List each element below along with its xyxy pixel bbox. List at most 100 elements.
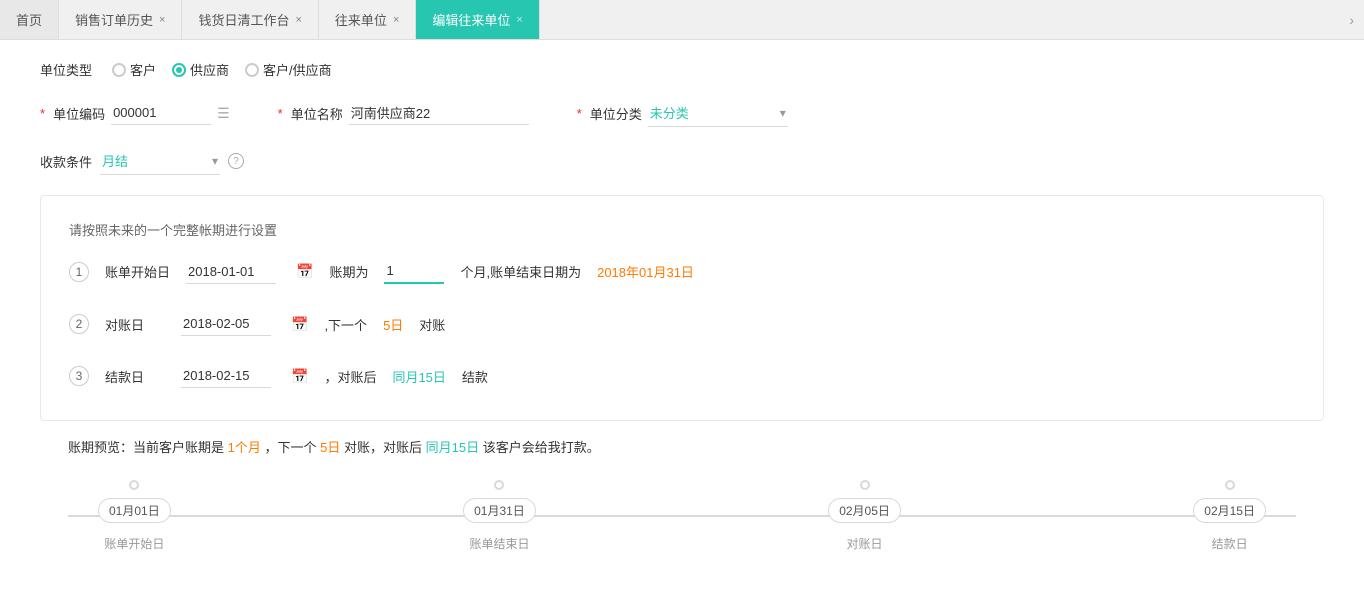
row-3-suffix-pre: ，对账后 (324, 367, 376, 386)
unit-info-row: * 单位编码 ☰ * 单位名称 * 单位分类 未分类 ▾ (40, 99, 1324, 127)
settings-title: 请按照未来的一个完整帐期进行设置 (69, 220, 1295, 239)
unit-name-input[interactable] (349, 101, 529, 125)
row-1-number: 1 (69, 262, 89, 282)
row-1-highlight-date: 2018年01月31日 (597, 262, 694, 281)
timeline-label-reconcile: 对账日 (847, 535, 883, 552)
radio-both-circle (245, 63, 259, 77)
unit-code-wrapper: ☰ (111, 101, 230, 125)
unit-category-group: * 单位分类 未分类 ▾ (577, 99, 788, 127)
main-content: 单位类型 客户 供应商 客户/供应商 * 单位编码 ☰ (0, 40, 1364, 608)
preview-suffix: 该客户会给我打款。 (483, 440, 600, 455)
row-2-suffix-post: 对账 (419, 315, 445, 334)
preview-text: 账期预览：当前客户账期是 1个月 ，下一个 5日 对账，对账后 同月15日 该客… (68, 437, 1296, 456)
row-2-highlight-text: 5日 (383, 315, 403, 334)
timeline-container: 01月01日 账单开始日 01月31日 账单结束日 02月05日 (68, 480, 1296, 552)
row-1-suffix-mid: 个月,账单结束日期为 (460, 262, 581, 281)
preview-mid1: ，下一个 (265, 440, 317, 455)
timeline-point-end: 01月31日 账单结束日 (463, 480, 536, 552)
tab-partner-close[interactable]: × (393, 14, 399, 26)
tab-edit-partner[interactable]: 编辑往来单位 × (416, 0, 539, 39)
unit-name-required: * (278, 106, 283, 121)
timeline-label-start: 账单开始日 (104, 535, 164, 552)
period-input[interactable] (384, 259, 444, 284)
unit-category-required: * (577, 106, 582, 121)
tab-edit-partner-label: 编辑往来单位 (432, 10, 510, 29)
unit-code-label: 单位编码 (53, 104, 105, 123)
row-2-suffix-pre: ,下一个 (324, 315, 367, 334)
unit-name-group: * 单位名称 (278, 101, 529, 125)
payment-condition-value: 月结 (102, 151, 208, 170)
timeline-badge-start: 01月01日 (98, 498, 171, 523)
radio-customer-label: 客户 (130, 60, 156, 79)
settings-row-3: 3 结款日 📅 ，对账后 同月15日 结款 (69, 364, 1295, 388)
unit-category-select[interactable]: 未分类 ▾ (648, 99, 788, 127)
payment-condition-chevron-icon: ▾ (212, 154, 218, 168)
timeline-label-payment: 结款日 (1212, 535, 1248, 552)
timeline-dot-reconcile (860, 480, 870, 490)
radio-supplier[interactable]: 供应商 (172, 60, 229, 79)
settings-row-2: 2 对账日 📅 ,下一个 5日 对账 (69, 312, 1295, 336)
preview-highlight-2: 5日 (320, 440, 340, 455)
preview-mid2: 对账，对账后 (344, 440, 422, 455)
tab-partner-label: 往来单位 (335, 10, 387, 29)
timeline-badge-reconcile: 02月05日 (828, 498, 901, 523)
timeline-point-start: 01月01日 账单开始日 (98, 480, 171, 552)
row-3-number: 3 (69, 366, 89, 386)
tab-bar: 首页 销售订单历史 × 钱货日清工作台 × 往来单位 × 编辑往来单位 × › (0, 0, 1364, 40)
row-1-date-input[interactable] (186, 260, 276, 284)
payment-condition-select[interactable]: 月结 ▾ (100, 147, 220, 175)
timeline-point-payment: 02月15日 结款日 (1193, 480, 1266, 552)
timeline-dot-payment (1225, 480, 1235, 490)
radio-customer[interactable]: 客户 (112, 60, 156, 79)
unit-code-icon[interactable]: ☰ (217, 105, 230, 122)
settings-box: 请按照未来的一个完整帐期进行设置 1 账单开始日 📅 账期为 个月,账单结束日期… (40, 195, 1324, 421)
payment-condition-row: 收款条件 月结 ▾ ? (40, 147, 1324, 175)
radio-both-label: 客户/供应商 (263, 60, 332, 79)
row-3-suffix-post: 结款 (462, 367, 488, 386)
preview-highlight-1: 1个月 (228, 440, 261, 455)
row-3-highlight-text: 同月15日 (392, 367, 445, 386)
timeline-badge-end: 01月31日 (463, 498, 536, 523)
unit-type-label: 单位类型 (40, 60, 92, 79)
unit-code-required: * (40, 106, 45, 121)
radio-supplier-label: 供应商 (190, 60, 229, 79)
row-2-label: 对账日 (105, 315, 165, 334)
tab-overflow-arrow[interactable]: › (1339, 0, 1364, 39)
timeline-points: 01月01日 账单开始日 01月31日 账单结束日 02月05日 (98, 480, 1266, 552)
timeline-dot-end (494, 480, 504, 490)
preview-section: 账期预览：当前客户账期是 1个月 ，下一个 5日 对账，对账后 同月15日 该客… (40, 421, 1324, 568)
tab-home-label: 首页 (16, 10, 42, 29)
unit-category-chevron-icon: ▾ (780, 106, 786, 120)
unit-category-label: 单位分类 (590, 104, 642, 123)
radio-supplier-circle (172, 63, 186, 77)
tab-cash-work-label: 钱货日清工作台 (198, 10, 289, 29)
row-2-date-input[interactable] (181, 312, 271, 336)
unit-code-input[interactable] (111, 101, 211, 125)
tab-cash-work-close[interactable]: × (295, 14, 301, 26)
tab-sales-history-label: 销售订单历史 (75, 10, 153, 29)
radio-both[interactable]: 客户/供应商 (245, 60, 332, 79)
help-icon[interactable]: ? (228, 153, 244, 169)
tab-cash-work[interactable]: 钱货日清工作台 × (182, 0, 318, 39)
tab-sales-history[interactable]: 销售订单历史 × (59, 0, 182, 39)
row-3-label: 结款日 (105, 367, 165, 386)
tab-partner[interactable]: 往来单位 × (319, 0, 416, 39)
tab-home[interactable]: 首页 (0, 0, 59, 39)
unit-category-value: 未分类 (650, 103, 776, 122)
settings-row-1: 1 账单开始日 📅 账期为 个月,账单结束日期为 2018年01月31日 (69, 259, 1295, 284)
timeline-dot-start (129, 480, 139, 490)
row-3-cal-icon[interactable]: 📅 (291, 368, 308, 385)
preview-prefix: 账期预览：当前客户账期是 (68, 440, 224, 455)
radio-customer-circle (112, 63, 126, 77)
unit-code-group: * 单位编码 ☰ (40, 101, 230, 125)
unit-type-row: 单位类型 客户 供应商 客户/供应商 (40, 60, 1324, 79)
row-2-number: 2 (69, 314, 89, 334)
tab-edit-partner-close[interactable]: × (516, 14, 522, 26)
preview-highlight-3: 同月15日 (426, 440, 479, 455)
row-2-cal-icon[interactable]: 📅 (291, 316, 308, 333)
row-1-suffix-pre: 账期为 (329, 262, 368, 281)
row-3-date-input[interactable] (181, 364, 271, 388)
tab-sales-history-close[interactable]: × (159, 14, 165, 26)
row-1-cal-icon[interactable]: 📅 (296, 263, 313, 280)
timeline-badge-payment: 02月15日 (1193, 498, 1266, 523)
